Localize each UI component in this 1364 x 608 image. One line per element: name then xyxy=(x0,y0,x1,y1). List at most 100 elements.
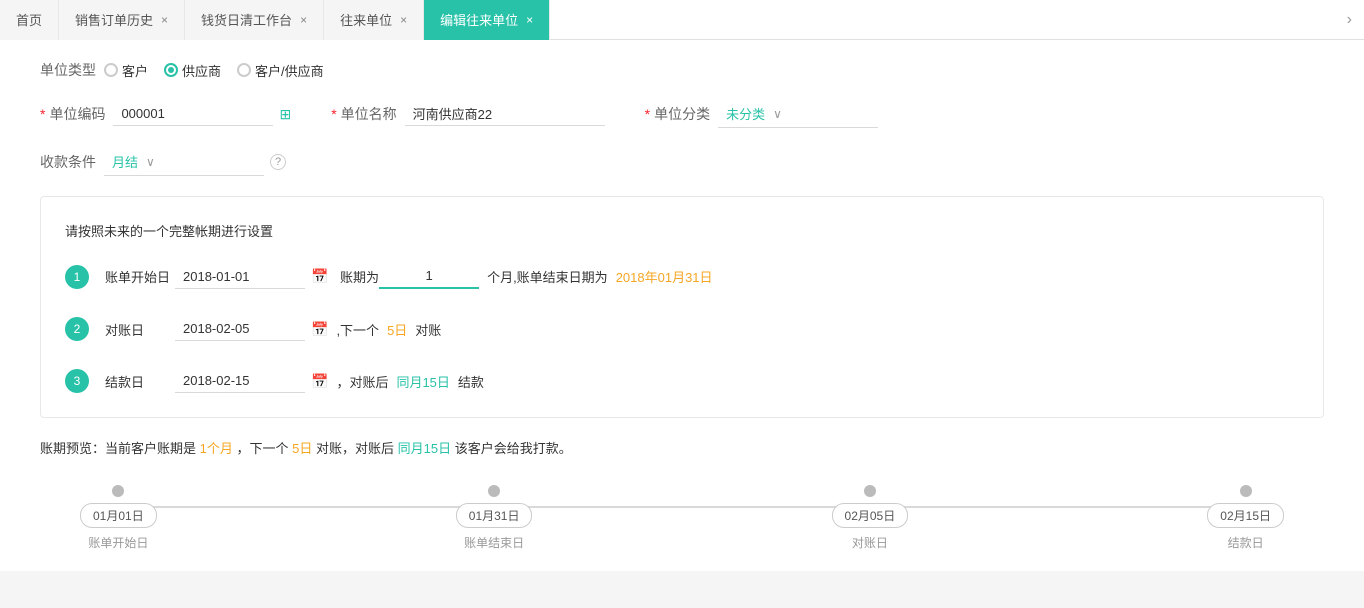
tab-partner-units-label: 往来单位 xyxy=(340,10,392,29)
row-label-3: 结款日 xyxy=(105,372,175,391)
row-prefix-2: ,下一个 xyxy=(336,320,379,339)
preview-part3-highlight: 同月15日 xyxy=(398,441,451,456)
unit-code-field: * 单位编码 ⊞ xyxy=(40,102,291,126)
setting-row-1: 1 账单开始日 📅 账期为 个月,账单结束日期为 2018年01月31日 xyxy=(65,264,1299,289)
unit-code-star: * xyxy=(40,106,45,122)
row-highlight-3: 同月15日 xyxy=(396,372,449,391)
unit-category-star: * xyxy=(645,106,650,122)
row-highlight-2: 5日 xyxy=(387,320,407,339)
unit-type-label: 单位类型 xyxy=(40,60,96,80)
unit-category-field: * 单位分类 未分类 ∨ xyxy=(645,100,878,128)
help-icon[interactable]: ? xyxy=(270,154,286,170)
timeline-label-2: 账单结束日 xyxy=(464,534,524,551)
tab-home-label: 首页 xyxy=(16,10,42,29)
unit-code-input[interactable] xyxy=(113,102,273,126)
row-num-2: 2 xyxy=(65,317,89,341)
tab-cash-daily-close[interactable]: × xyxy=(300,13,307,27)
radio-both[interactable]: 客户/供应商 xyxy=(237,61,324,80)
row-highlight-1: 2018年01月31日 xyxy=(616,267,713,286)
tab-edit-partner-close[interactable]: × xyxy=(526,13,533,27)
unit-info-row: * 单位编码 ⊞ * 单位名称 * 单位分类 未分类 ∨ xyxy=(40,100,1324,128)
row-suffix-1: 个月,账单结束日期为 xyxy=(487,267,608,286)
payment-date-cal-icon[interactable]: 📅 xyxy=(311,373,328,390)
settings-section: 请按照未来的一个完整帐期进行设置 1 账单开始日 📅 账期为 个月,账单结束日期… xyxy=(40,196,1324,418)
payment-date-input[interactable] xyxy=(175,369,305,393)
timeline-node-4: 02月15日 结款日 xyxy=(1207,485,1284,551)
payment-terms-arrow: ∨ xyxy=(146,155,155,169)
unit-code-copy-icon[interactable]: ⊞ xyxy=(279,106,291,123)
row-num-3: 3 xyxy=(65,369,89,393)
preview-section: 账期预览：当前客户账期是 1个月 ，下一个 5日 对账，对账后 同月15日 该客… xyxy=(40,438,1324,457)
preview-part1: 1个月 xyxy=(200,441,233,456)
timeline-badge-3: 02月05日 xyxy=(832,503,909,528)
unit-type-field: 单位类型 客户 供应商 客户/供应商 xyxy=(40,60,324,80)
radio-customer-circle xyxy=(104,63,118,77)
timeline-dot-3 xyxy=(864,485,876,497)
start-date-input[interactable] xyxy=(175,265,305,289)
row-num-1: 1 xyxy=(65,265,89,289)
tab-edit-partner-label: 编辑往来单位 xyxy=(440,10,518,29)
radio-supplier-label: 供应商 xyxy=(182,61,221,80)
tab-partner-units[interactable]: 往来单位 × xyxy=(324,0,424,40)
unit-name-star: * xyxy=(331,106,336,122)
timeline-badge-1: 01月01日 xyxy=(80,503,157,528)
timeline-badge-4: 02月15日 xyxy=(1207,503,1284,528)
unit-name-label: 单位名称 xyxy=(341,104,397,124)
reconcile-date-cal-icon[interactable]: 📅 xyxy=(311,321,328,338)
row-label-2: 对账日 xyxy=(105,320,175,339)
unit-type-radio-group: 客户 供应商 客户/供应商 xyxy=(104,61,324,80)
payment-terms-row: 收款条件 月结 ∨ ? xyxy=(40,148,1324,176)
period-input[interactable] xyxy=(379,264,479,289)
payment-terms-label: 收款条件 xyxy=(40,152,96,172)
start-date-cal-icon[interactable]: 📅 xyxy=(311,268,328,285)
row-label-1: 账单开始日 xyxy=(105,267,175,286)
tab-cash-daily[interactable]: 钱货日清工作台 × xyxy=(185,0,324,40)
timeline-dot-2 xyxy=(488,485,500,497)
timeline-dot-1 xyxy=(112,485,124,497)
timeline-label-3: 对账日 xyxy=(852,534,888,551)
radio-customer[interactable]: 客户 xyxy=(104,61,148,80)
radio-both-label: 客户/供应商 xyxy=(255,61,324,80)
payment-terms-field: 收款条件 月结 ∨ ? xyxy=(40,148,286,176)
unit-name-input[interactable] xyxy=(405,102,605,126)
tab-partner-units-close[interactable]: × xyxy=(400,13,407,27)
timeline-node-3: 02月05日 对账日 xyxy=(832,485,909,551)
row-prefix-3: ，对账后 xyxy=(336,372,388,391)
preview-part2-highlight: 5日 xyxy=(292,441,312,456)
timeline-container: 01月01日 账单开始日 01月31日 账单结束日 02月05日 对账日 02月… xyxy=(40,485,1324,551)
unit-category-select[interactable]: 未分类 ∨ xyxy=(718,100,878,128)
tab-sales-history[interactable]: 销售订单历史 × xyxy=(59,0,185,40)
tabs-more-button[interactable]: › xyxy=(1335,11,1364,29)
unit-category-label: 单位分类 xyxy=(654,104,710,124)
tab-cash-daily-label: 钱货日清工作台 xyxy=(201,10,292,29)
payment-terms-select[interactable]: 月结 ∨ xyxy=(104,148,264,176)
timeline-label-4: 结款日 xyxy=(1228,534,1264,551)
radio-customer-label: 客户 xyxy=(122,61,148,80)
setting-row-2: 2 对账日 📅 ,下一个 5日 对账 xyxy=(65,317,1299,341)
payment-terms-value: 月结 xyxy=(112,152,138,171)
radio-both-circle xyxy=(237,63,251,77)
unit-category-arrow: ∨ xyxy=(773,107,782,121)
timeline-dot-4 xyxy=(1240,485,1252,497)
radio-supplier-circle xyxy=(164,63,178,77)
tab-home[interactable]: 首页 xyxy=(0,0,59,40)
tabs-bar: 首页 销售订单历史 × 钱货日清工作台 × 往来单位 × 编辑往来单位 × › xyxy=(0,0,1364,40)
timeline-nodes: 01月01日 账单开始日 01月31日 账单结束日 02月05日 对账日 02月… xyxy=(80,485,1284,551)
radio-supplier[interactable]: 供应商 xyxy=(164,61,221,80)
unit-type-row: 单位类型 客户 供应商 客户/供应商 xyxy=(40,60,1324,80)
page-content: 单位类型 客户 供应商 客户/供应商 * 单位编码 xyxy=(0,40,1364,571)
row-suffix-2: 对账 xyxy=(415,320,441,339)
setting-row-3: 3 结款日 📅 ，对账后 同月15日 结款 xyxy=(65,369,1299,393)
preview-label: 账期预览：当前客户账期是 xyxy=(40,441,196,456)
unit-code-label: 单位编码 xyxy=(49,104,105,124)
timeline-node-1: 01月01日 账单开始日 xyxy=(80,485,157,551)
tab-edit-partner[interactable]: 编辑往来单位 × xyxy=(424,0,550,40)
timeline-line xyxy=(92,506,1272,508)
tab-sales-history-close[interactable]: × xyxy=(161,13,168,27)
tab-sales-history-label: 销售订单历史 xyxy=(75,10,153,29)
timeline-node-2: 01月31日 账单结束日 xyxy=(456,485,533,551)
preview-part4: 该客户会给我打款。 xyxy=(455,441,572,456)
timeline-label-1: 账单开始日 xyxy=(88,534,148,551)
row-midtext-1: 账期为 xyxy=(336,267,379,286)
reconcile-date-input[interactable] xyxy=(175,317,305,341)
